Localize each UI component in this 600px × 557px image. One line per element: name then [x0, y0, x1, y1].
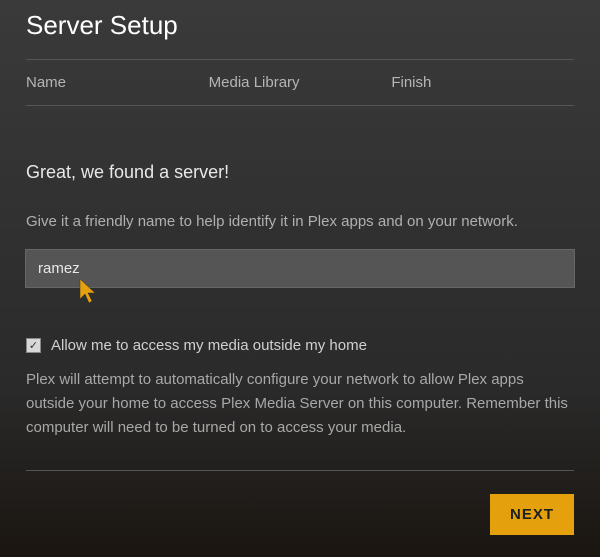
tab-name[interactable]: Name — [26, 74, 209, 91]
step-tabs: Name Media Library Finish — [26, 59, 574, 106]
next-button[interactable]: NEXT — [490, 494, 574, 535]
found-server-heading: Great, we found a server! — [26, 162, 574, 183]
server-name-input[interactable] — [26, 250, 574, 287]
remote-access-description: Plex will attempt to automatically confi… — [26, 368, 574, 440]
remote-access-row[interactable]: ✓ Allow me to access my media outside my… — [26, 337, 574, 354]
name-instruction: Give it a friendly name to help identify… — [26, 213, 574, 230]
tab-finish[interactable]: Finish — [391, 74, 574, 91]
page-title: Server Setup — [26, 10, 574, 41]
remote-access-checkbox[interactable]: ✓ — [26, 338, 41, 353]
tab-media-library[interactable]: Media Library — [209, 74, 392, 91]
remote-access-label: Allow me to access my media outside my h… — [51, 337, 367, 354]
divider — [26, 470, 574, 471]
